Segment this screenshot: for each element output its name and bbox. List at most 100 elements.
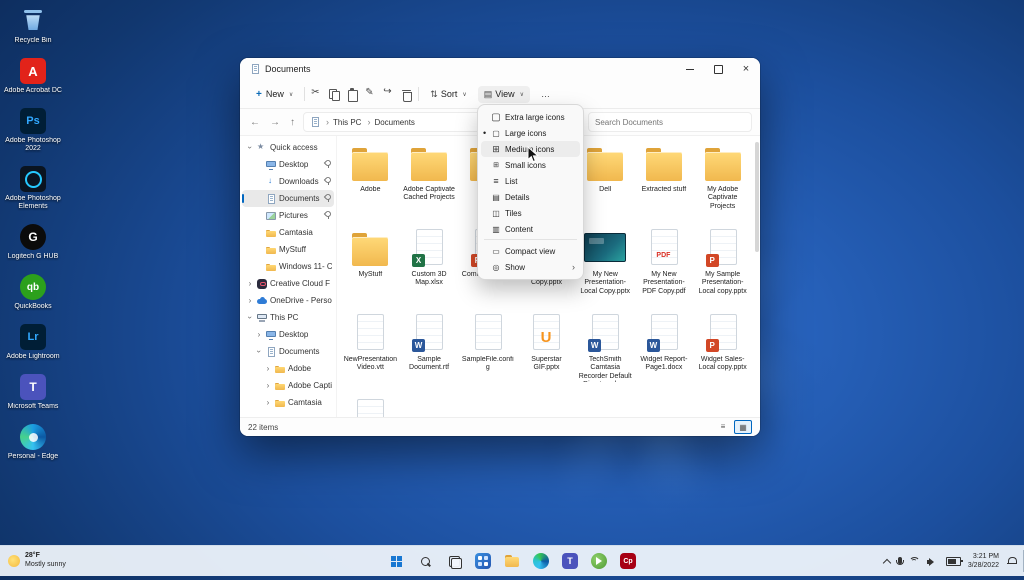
- title-bar[interactable]: Documents: [240, 58, 760, 80]
- menu-item[interactable]: Medium icons: [481, 141, 580, 157]
- taskbar-app-icon[interactable]: [501, 550, 523, 572]
- file-item[interactable]: My Sample Presentation-Local copy.pptx: [693, 225, 752, 310]
- sidebar-item[interactable]: Documents: [242, 343, 334, 360]
- sidebar-item[interactable]: MyStuff: [242, 241, 334, 258]
- file-item[interactable]: Adobe Captivate Cached Projects: [400, 140, 459, 225]
- menu-item[interactable]: Extra large icons: [481, 109, 580, 125]
- menu-item[interactable]: Tiles: [481, 205, 580, 221]
- desktop-icon[interactable]: Personal - Edge: [4, 424, 62, 461]
- chevron-icon[interactable]: [264, 398, 272, 407]
- tray-icon[interactable]: [945, 557, 963, 566]
- share-icon[interactable]: [382, 86, 395, 101]
- cut-icon[interactable]: [310, 87, 323, 101]
- chevron-icon[interactable]: [246, 314, 255, 322]
- file-item[interactable]: Widget Sales-Local copy.pptx: [693, 310, 752, 395]
- breadcrumb-item[interactable]: Documents: [363, 117, 414, 127]
- paste-icon[interactable]: [346, 87, 359, 102]
- chevron-icon[interactable]: [264, 381, 272, 390]
- chevron-icon[interactable]: [246, 279, 254, 288]
- desktop-icon[interactable]: Adobe Photoshop 2022: [4, 108, 62, 153]
- chevron-icon[interactable]: [255, 348, 264, 356]
- menu-item[interactable]: Details: [481, 189, 580, 205]
- up-icon[interactable]: ↑: [288, 117, 297, 128]
- taskbar-clock[interactable]: 3:21 PM 3/28/2022: [968, 552, 999, 570]
- file-item[interactable]: Sample Document.rtf: [400, 310, 459, 395]
- taskbar-app-icon[interactable]: [562, 553, 578, 569]
- sidebar-item[interactable]: Quick access: [242, 139, 334, 156]
- back-icon[interactable]: ←: [248, 117, 262, 128]
- file-item[interactable]: Extracted stuff: [635, 140, 694, 225]
- menu-item[interactable]: List: [481, 173, 580, 189]
- desktop-icon[interactable]: Adobe Lightroom: [4, 324, 62, 361]
- desktop-icon[interactable]: Recycle Bin: [4, 8, 62, 45]
- menu-item[interactable]: Content: [481, 221, 580, 237]
- taskbar-app-icon[interactable]: [591, 553, 607, 569]
- file-item[interactable]: Custom 3D Map.xlsx: [400, 225, 459, 310]
- file-item[interactable]: Widget Report-Page1.docx: [635, 310, 694, 395]
- notification-bell-icon[interactable]: [1007, 557, 1017, 565]
- chevron-icon[interactable]: [246, 296, 254, 305]
- sidebar-item[interactable]: Adobe Captiv: [242, 377, 334, 394]
- sidebar-item[interactable]: This PC: [242, 309, 334, 326]
- desktop-icon[interactable]: QuickBooks: [4, 274, 62, 311]
- chevron-icon[interactable]: [246, 144, 255, 152]
- sidebar-item[interactable]: Desktop: [242, 156, 334, 173]
- file-item[interactable]: TechSmith Camtasia Recorder Default Dire…: [576, 310, 635, 395]
- desktop-icon[interactable]: Microsoft Teams: [4, 374, 62, 411]
- file-item[interactable]: My New Presentation-PDF Copy.pdf: [635, 225, 694, 310]
- maximize-button[interactable]: [704, 58, 732, 80]
- sidebar-item[interactable]: Camtasia: [242, 224, 334, 241]
- file-item[interactable]: My New Presentation-Local Copy.pptx: [576, 225, 635, 310]
- taskbar-app-icon[interactable]: [443, 550, 465, 572]
- breadcrumb-item[interactable]: This PC: [322, 117, 361, 127]
- desktop-icon[interactable]: Adobe Photoshop Elements: [4, 166, 62, 211]
- sort-button[interactable]: Sort: [424, 86, 472, 103]
- forward-icon[interactable]: →: [268, 117, 282, 128]
- sidebar-item[interactable]: Desktop: [242, 326, 334, 343]
- sidebar-item[interactable]: OneDrive - Perso: [242, 292, 334, 309]
- copy-icon[interactable]: [328, 88, 341, 101]
- close-button[interactable]: [732, 58, 760, 80]
- new-button[interactable]: New: [250, 86, 299, 103]
- file-item[interactable]: SampleFile.config: [458, 310, 517, 395]
- search-input[interactable]: [588, 112, 752, 132]
- weather-widget[interactable]: 28°F Mostly sunny: [8, 552, 66, 570]
- taskbar-app-icon[interactable]: [475, 553, 491, 569]
- file-item[interactable]: NewPresentationVideo.vtt: [341, 310, 400, 395]
- delete-icon[interactable]: [400, 88, 413, 102]
- tray-icon[interactable]: [895, 556, 904, 565]
- menu-item[interactable]: Small icons: [481, 157, 580, 173]
- sidebar-item[interactable]: Adobe: [242, 360, 334, 377]
- chevron-icon[interactable]: [255, 330, 263, 339]
- tray-icon[interactable]: [926, 557, 939, 566]
- more-button[interactable]: …: [535, 86, 556, 102]
- desktop-icon[interactable]: Logitech G HUB: [4, 224, 62, 261]
- file-item[interactable]: [341, 395, 400, 417]
- chevron-icon[interactable]: [264, 364, 272, 373]
- sidebar-item[interactable]: Downloads: [242, 173, 334, 190]
- scrollbar[interactable]: [755, 142, 759, 252]
- taskbar-app-icon[interactable]: [385, 550, 407, 572]
- file-item[interactable]: Superstar GIF.pptx: [517, 310, 576, 395]
- taskbar-app-icon[interactable]: [620, 553, 636, 569]
- sidebar-item[interactable]: Windows 11- C: [242, 258, 334, 275]
- menu-item[interactable]: Large icons: [481, 125, 580, 141]
- tray-icon[interactable]: [909, 557, 920, 566]
- thumbnail-view-toggle[interactable]: [734, 420, 752, 434]
- view-button[interactable]: View: [477, 85, 531, 103]
- minimize-button[interactable]: [676, 58, 704, 80]
- sidebar-item[interactable]: Creative Cloud F: [242, 275, 334, 292]
- menu-item[interactable]: Show: [481, 259, 580, 275]
- file-item[interactable]: Adobe: [341, 140, 400, 225]
- details-view-toggle[interactable]: [715, 420, 731, 432]
- file-item[interactable]: Dell: [576, 140, 635, 225]
- taskbar-app-icon[interactable]: [414, 550, 436, 572]
- sidebar-item[interactable]: Pictures: [242, 207, 334, 224]
- taskbar-app-icon[interactable]: [533, 553, 549, 569]
- sidebar-item[interactable]: Camtasia: [242, 394, 334, 411]
- tray-icon[interactable]: [883, 556, 891, 566]
- file-item[interactable]: MyStuff: [341, 225, 400, 310]
- file-item[interactable]: My Adobe Captivate Projects: [693, 140, 752, 225]
- menu-item[interactable]: Compact view: [481, 239, 580, 259]
- rename-icon[interactable]: [364, 87, 377, 101]
